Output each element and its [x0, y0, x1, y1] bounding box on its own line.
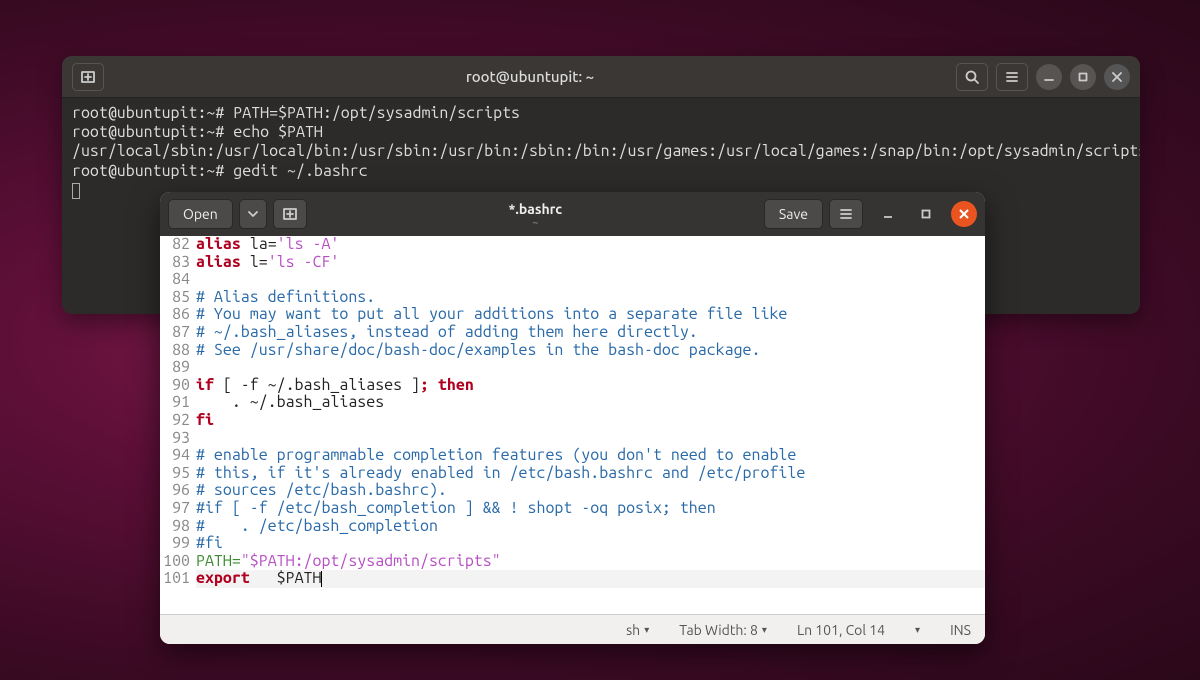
gedit-minimize-button[interactable]: [875, 201, 901, 227]
gedit-insert-mode[interactable]: INS: [950, 622, 971, 638]
gedit-menu-button[interactable]: [829, 199, 863, 229]
gedit-subtitle: ~: [313, 217, 758, 228]
new-document-icon: [282, 206, 298, 222]
gedit-tabwidth-selector[interactable]: Tab Width: 8▾: [679, 622, 767, 638]
gedit-language-selector[interactable]: sh▾: [626, 622, 649, 638]
gedit-editor[interactable]: 8283848586878889909192939495969798991001…: [160, 236, 985, 614]
terminal-header: root@ubuntupit: ~: [62, 56, 1140, 98]
close-icon: [1111, 71, 1123, 83]
maximize-icon: [1077, 71, 1089, 83]
close-icon: [958, 208, 970, 220]
minimize-icon: [882, 208, 894, 220]
gedit-open-dropdown-button[interactable]: [239, 199, 267, 229]
gedit-status-bar: sh▾ Tab Width: 8▾ Ln 101, Col 14 ▾ INS: [160, 614, 985, 644]
chevron-down-icon: ▾: [644, 624, 649, 636]
gedit-title: *.bashrc ~: [313, 201, 758, 228]
gedit-new-document-button[interactable]: [273, 199, 307, 229]
maximize-icon: [920, 208, 932, 220]
gedit-cursor-position: Ln 101, Col 14: [797, 622, 885, 638]
chevron-down-icon: [248, 209, 258, 219]
new-tab-icon: [80, 69, 96, 85]
gedit-maximize-button[interactable]: [913, 201, 939, 227]
gedit-close-button[interactable]: [951, 201, 977, 227]
hamburger-icon: [1004, 69, 1020, 85]
chevron-down-icon: ▾: [915, 624, 920, 636]
gedit-title-text: *.bashrc: [509, 201, 563, 217]
gedit-gutter: 8283848586878889909192939495969798991001…: [160, 236, 194, 614]
terminal-menu-button[interactable]: [996, 63, 1028, 91]
terminal-search-button[interactable]: [956, 63, 988, 91]
gedit-code-area[interactable]: alias la='ls -A'alias l='ls -CF'# Alias …: [194, 236, 985, 614]
terminal-close-button[interactable]: [1104, 64, 1130, 90]
gedit-window: Open *.bashrc ~ Save 8283848586878889909…: [160, 192, 985, 644]
hamburger-icon: [838, 206, 854, 222]
gedit-open-button[interactable]: Open: [168, 199, 233, 229]
terminal-new-tab-button[interactable]: [72, 63, 104, 91]
gedit-header: Open *.bashrc ~ Save: [160, 192, 985, 236]
search-icon: [964, 69, 980, 85]
terminal-minimize-button[interactable]: [1036, 64, 1062, 90]
terminal-maximize-button[interactable]: [1070, 64, 1096, 90]
gedit-save-button[interactable]: Save: [764, 199, 823, 229]
chevron-down-icon: ▾: [762, 624, 767, 636]
terminal-title: root@ubuntupit: ~: [104, 68, 956, 85]
minimize-icon: [1043, 71, 1055, 83]
